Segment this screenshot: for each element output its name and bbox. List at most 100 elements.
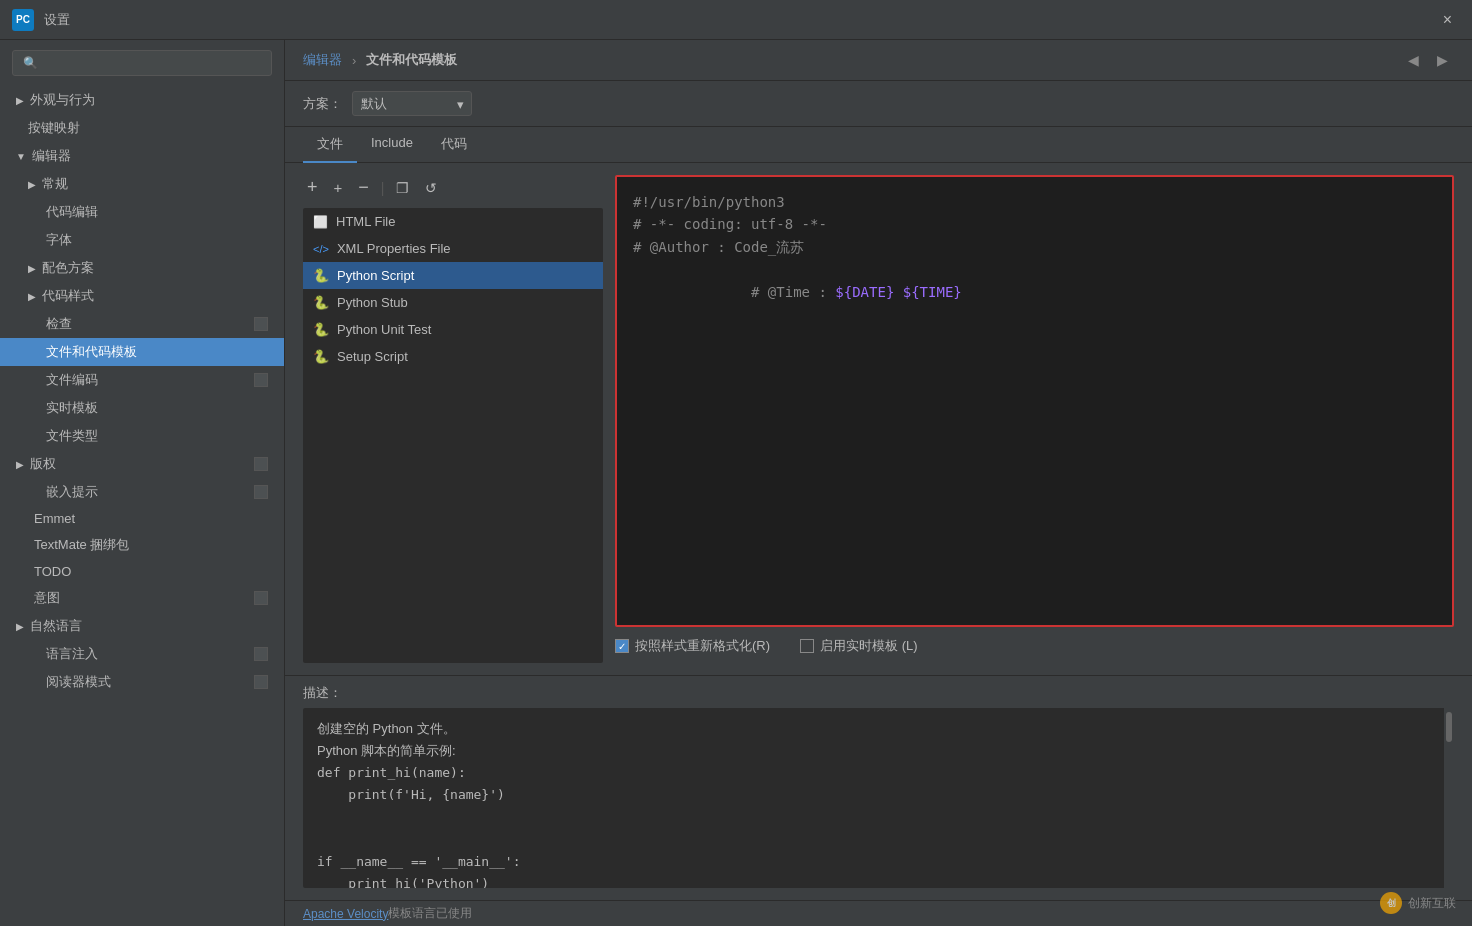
search-bar[interactable]: 🔍 xyxy=(12,50,272,76)
description-box: 创建空的 Python 文件。 Python 脚本的简单示例: def prin… xyxy=(303,708,1454,888)
python-icon: 🐍 xyxy=(313,322,329,337)
sidebar-item-label: 字体 xyxy=(46,231,72,249)
sidebar-item-label: Emmet xyxy=(34,511,75,526)
title-bar: PC 设置 × xyxy=(0,0,1472,40)
sidebar-item-label: 嵌入提示 xyxy=(46,483,98,501)
editor-section: + + − | ❐ ↺ ⬜ HTML File </> xyxy=(285,163,1472,675)
expand-arrow: ▼ xyxy=(16,151,26,162)
nav-back-button[interactable]: ◀ xyxy=(1402,50,1425,70)
sidebar-item-intent[interactable]: 意图 xyxy=(0,584,284,612)
scheme-label: 方案： xyxy=(303,95,342,113)
file-list-item-xml[interactable]: </> XML Properties File xyxy=(303,235,603,262)
sidebar-item-label: 文件编码 xyxy=(46,371,98,389)
code-editor[interactable]: #!/usr/bin/python3 # -*- coding: utf-8 -… xyxy=(615,175,1454,627)
code-line-4: # @Time : ${DATE} ${TIME} xyxy=(633,258,1436,325)
code-editor-panel: #!/usr/bin/python3 # -*- coding: utf-8 -… xyxy=(615,175,1454,663)
file-list-item-python-unit-test[interactable]: 🐍 Python Unit Test xyxy=(303,316,603,343)
expand-arrow: ▶ xyxy=(28,291,36,302)
description-scrollbar[interactable] xyxy=(1444,708,1454,888)
expand-arrow: ▶ xyxy=(16,459,24,470)
sidebar-item-file-types[interactable]: 文件类型 xyxy=(0,422,284,450)
sidebar-item-textmate[interactable]: TextMate 捆绑包 xyxy=(0,531,284,559)
content-area: 编辑器 › 文件和代码模板 ◀ ▶ 方案： 默认 文件 Include 代码 xyxy=(285,40,1472,926)
search-icon: 🔍 xyxy=(23,56,38,70)
sidebar-item-file-encoding[interactable]: 文件编码 xyxy=(0,366,284,394)
sidebar-item-inlay-hints[interactable]: 嵌入提示 xyxy=(0,478,284,506)
remove-button[interactable]: − xyxy=(354,175,373,200)
content-footer: Apache Velocity 模板语言已使用 xyxy=(285,900,1472,926)
description-line-2: Python 脚本的简单示例: xyxy=(317,740,1440,762)
file-item-label: Setup Script xyxy=(337,349,408,364)
sidebar-item-code-style[interactable]: ▶ 代码样式 xyxy=(0,282,284,310)
breadcrumb-parent[interactable]: 编辑器 xyxy=(303,51,342,69)
code-line-1: #!/usr/bin/python3 xyxy=(633,191,1436,213)
reformat-option[interactable]: 按照样式重新格式化(R) xyxy=(615,637,770,655)
tab-code[interactable]: 代码 xyxy=(427,127,481,163)
content-body: + + − | ❐ ↺ ⬜ HTML File </> xyxy=(285,163,1472,926)
close-button[interactable]: × xyxy=(1435,7,1460,33)
file-list-panel: + + − | ❐ ↺ ⬜ HTML File </> xyxy=(303,175,603,663)
file-list: ⬜ HTML File </> XML Properties File 🐍 Py… xyxy=(303,208,603,663)
sidebar-item-file-code-templates[interactable]: 文件和代码模板 xyxy=(0,338,284,366)
live-template-checkbox[interactable] xyxy=(800,639,814,653)
scheme-select-wrapper: 默认 xyxy=(352,91,472,116)
file-list-toolbar: + + − | ❐ ↺ xyxy=(303,175,603,200)
copy-button[interactable]: ❐ xyxy=(392,178,413,198)
scheme-select[interactable]: 默认 xyxy=(352,91,472,116)
python-icon: 🐍 xyxy=(313,268,329,283)
add-dir-button[interactable]: + xyxy=(330,177,347,198)
file-item-label: HTML File xyxy=(336,214,395,229)
breadcrumb-separator: › xyxy=(352,53,356,68)
add-button[interactable]: + xyxy=(303,175,322,200)
sidebar-item-label: 代码编辑 xyxy=(46,203,98,221)
reset-button[interactable]: ↺ xyxy=(421,178,441,198)
description-line-1: 创建空的 Python 文件。 xyxy=(317,718,1440,740)
sidebar-item-keymap[interactable]: 按键映射 xyxy=(0,114,284,142)
code-line-3: # @Author : Code_流苏 xyxy=(633,236,1436,258)
file-item-label: XML Properties File xyxy=(337,241,451,256)
file-list-item-html[interactable]: ⬜ HTML File xyxy=(303,208,603,235)
sidebar-item-editor[interactable]: ▼ 编辑器 xyxy=(0,142,284,170)
sidebar-item-code-editing[interactable]: 代码编辑 xyxy=(0,198,284,226)
live-template-option[interactable]: 启用实时模板 (L) xyxy=(800,637,918,655)
expand-arrow: ▶ xyxy=(28,263,36,274)
file-list-item-python-stub[interactable]: 🐍 Python Stub xyxy=(303,289,603,316)
sidebar-item-inspection[interactable]: 检查 xyxy=(0,310,284,338)
code-space xyxy=(894,284,902,300)
nav-forward-button[interactable]: ▶ xyxy=(1431,50,1454,70)
description-line-4: print(f'Hi, {name}') xyxy=(317,784,1440,806)
sidebar-item-font[interactable]: 字体 xyxy=(0,226,284,254)
scrollbar-thumb xyxy=(1446,712,1452,742)
sidebar-item-reader-mode[interactable]: 阅读器模式 xyxy=(0,668,284,696)
xml-icon: </> xyxy=(313,243,329,255)
app-logo: PC xyxy=(12,9,34,31)
sidebar-item-live-templates[interactable]: 实时模板 xyxy=(0,394,284,422)
sidebar-item-color-scheme[interactable]: ▶ 配色方案 xyxy=(0,254,284,282)
sidebar-item-label: 检查 xyxy=(46,315,72,333)
footer-suffix: 模板语言已使用 xyxy=(388,905,472,922)
file-list-item-setup-script[interactable]: 🐍 Setup Script xyxy=(303,343,603,370)
sidebar-item-todo[interactable]: TODO xyxy=(0,559,284,584)
tab-include[interactable]: Include xyxy=(357,127,427,163)
tab-file[interactable]: 文件 xyxy=(303,127,357,163)
html-icon: ⬜ xyxy=(313,215,328,229)
sidebar-item-appearance[interactable]: ▶ 外观与行为 xyxy=(0,86,284,114)
sidebar: 🔍 ▶ 外观与行为 按键映射 ▼ 编辑器 ▶ 常规 代码编辑 字体 ▶ xyxy=(0,40,285,926)
tabs-bar: 文件 Include 代码 xyxy=(285,127,1472,163)
sidebar-item-general[interactable]: ▶ 常规 xyxy=(0,170,284,198)
description-line-3: def print_hi(name): xyxy=(317,762,1440,784)
file-list-item-python-script[interactable]: 🐍 Python Script xyxy=(303,262,603,289)
sidebar-item-label: TextMate 捆绑包 xyxy=(34,536,129,554)
sidebar-item-natural-language[interactable]: ▶ 自然语言 xyxy=(0,612,284,640)
toolbar-separator: | xyxy=(381,180,385,196)
search-input[interactable] xyxy=(44,56,261,70)
sidebar-item-emmet[interactable]: Emmet xyxy=(0,506,284,531)
sidebar-item-label: 配色方案 xyxy=(42,259,94,277)
sidebar-item-copyright[interactable]: ▶ 版权 xyxy=(0,450,284,478)
reformat-checkbox[interactable] xyxy=(615,639,629,653)
sidebar-item-lang-injection[interactable]: 语言注入 xyxy=(0,640,284,668)
file-item-label: Python Stub xyxy=(337,295,408,310)
watermark: 创 创新互联 xyxy=(1380,892,1456,914)
description-line-6 xyxy=(317,828,1440,850)
footer-link[interactable]: Apache Velocity xyxy=(303,907,388,921)
